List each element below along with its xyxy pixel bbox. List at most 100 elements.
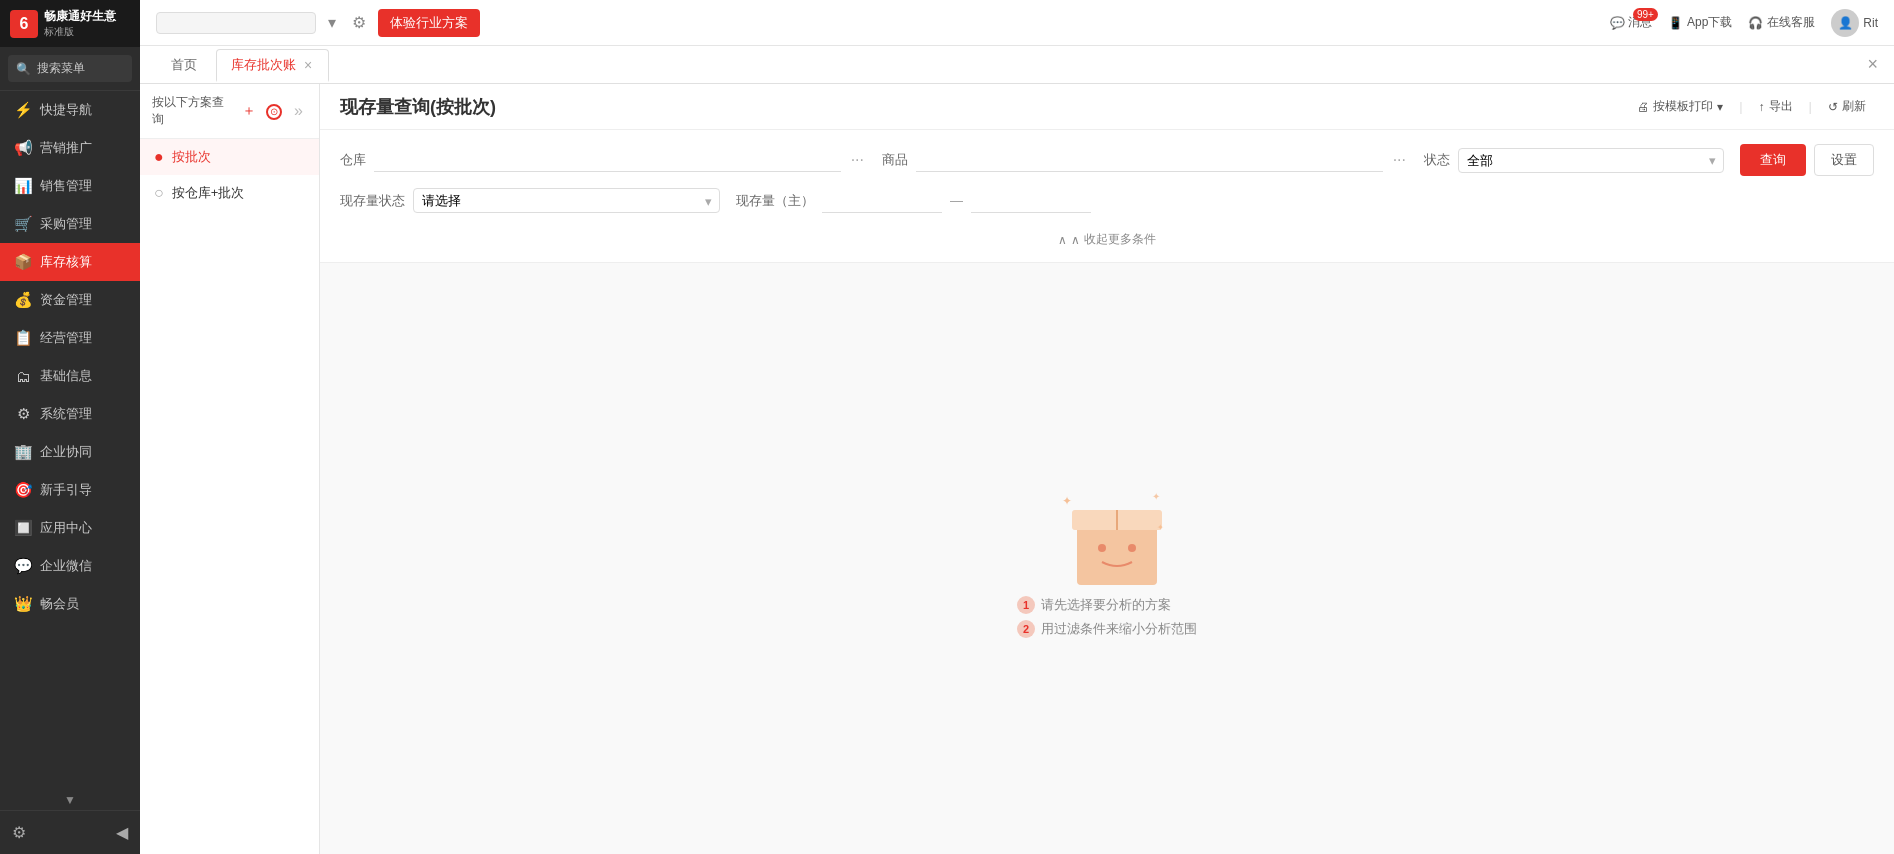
search-icon: 🔍 <box>16 62 31 76</box>
collapse-more-label: 收起更多条件 <box>1084 231 1156 248</box>
product-more-icon: ··· <box>1393 151 1406 168</box>
avatar-placeholder: 👤 <box>1838 16 1853 30</box>
stock-status-select[interactable]: 请选择 <box>413 188 720 213</box>
app-logo: 6 <box>10 10 38 38</box>
status-select[interactable]: 全部 <box>1458 148 1724 173</box>
user-profile-action[interactable]: 👤 Rit <box>1831 9 1878 37</box>
warehouse-input[interactable] <box>374 148 841 172</box>
topbar-search-input[interactable] <box>165 16 265 30</box>
sidebar-header: 6 畅康通好生意 标准版 <box>0 0 140 47</box>
settings-icon: ⚙ <box>12 824 26 841</box>
sidebar-item-operations[interactable]: 📋 经营管理 <box>0 319 140 357</box>
sidebar-collapse-button[interactable]: ◀ <box>112 819 132 846</box>
settings-button[interactable]: 设置 <box>1814 144 1874 176</box>
refresh-button[interactable]: ↺ 刷新 <box>1820 94 1874 119</box>
sidebar-footer: ⚙ ◀ <box>0 810 140 854</box>
export-icon: ↑ <box>1759 100 1765 114</box>
sidebar-item-newguide[interactable]: 🎯 新手引导 <box>0 471 140 509</box>
print-label: 按模板打印 <box>1653 98 1713 115</box>
sidebar-item-wechat[interactable]: 💬 企业微信 <box>0 547 140 585</box>
empty-state: ✦ ✦ ✦ 1 请先选择要分析的方案 2 用过滤条件来缩小分析范围 <box>320 263 1894 854</box>
topbar-settings-btn[interactable]: ⚙ <box>348 11 370 34</box>
right-content: 现存量查询(按批次) 🖨 按模板打印 ▾ | ↑ 导出 | ↺ <box>320 84 1894 854</box>
sidebar-settings-button[interactable]: ⚙ <box>8 819 30 846</box>
sidebar-item-appcenter[interactable]: 🔲 应用中心 <box>0 509 140 547</box>
sidebar-item-label: 系统管理 <box>40 405 92 423</box>
sidebar-item-label: 应用中心 <box>40 519 92 537</box>
sidebar-item-inventory[interactable]: 📦 库存核算 <box>0 243 140 281</box>
company-name: 畅康通好生意 <box>44 8 116 25</box>
query-button[interactable]: 查询 <box>1740 144 1806 176</box>
product-input[interactable] <box>916 148 1383 172</box>
empty-svg: ✦ ✦ ✦ <box>1057 480 1177 590</box>
svg-point-4 <box>1128 544 1136 552</box>
sidebar-scroll-down[interactable]: ▼ <box>0 790 140 810</box>
sidebar-item-label: 基础信息 <box>40 367 92 385</box>
sidebar-item-marketing[interactable]: 📢 营销推广 <box>0 129 140 167</box>
refresh-icon: ↺ <box>1828 100 1838 114</box>
scheme-item-by-batch[interactable]: ● 按批次 <box>140 139 319 175</box>
sidebar-item-finance[interactable]: 💰 资金管理 <box>0 281 140 319</box>
app-download-label: App下载 <box>1687 14 1732 31</box>
member-icon: 👑 <box>14 595 32 613</box>
add-scheme-button[interactable]: ＋ <box>240 100 258 122</box>
tab-inventory-batch[interactable]: 库存批次账 × <box>216 49 329 82</box>
empty-hint-2: 2 用过滤条件来缩小分析范围 <box>1017 620 1197 638</box>
stock-qty-max-input[interactable] <box>971 189 1091 213</box>
system-icon: ⚙ <box>14 405 32 423</box>
scheme-item-label: 按仓库+批次 <box>172 184 245 202</box>
app-download-action[interactable]: 📱 App下载 <box>1668 14 1732 31</box>
print-template-button[interactable]: 🖨 按模板打印 ▾ <box>1629 94 1731 119</box>
sidebar-item-quicknav[interactable]: ⚡ 快捷导航 <box>0 91 140 129</box>
enterprise-icon: 🏢 <box>14 443 32 461</box>
inactive-scheme-icon: ○ <box>154 184 164 202</box>
tab-home[interactable]: 首页 <box>156 49 212 80</box>
stock-qty-dash: — <box>950 193 963 208</box>
sidebar-item-sales[interactable]: 📊 销售管理 <box>0 167 140 205</box>
sidebar-item-label: 畅会员 <box>40 595 79 613</box>
messages-action[interactable]: 💬 消息 99+ <box>1610 14 1652 31</box>
online-service-action[interactable]: 🎧 在线客服 <box>1748 14 1815 31</box>
tab-close-main-button[interactable]: × <box>1867 54 1878 75</box>
sidebar-item-label: 新手引导 <box>40 481 92 499</box>
add-icon: ＋ <box>242 102 256 118</box>
panel-collapse-button[interactable]: » <box>290 102 307 120</box>
page-title: 现存量查询(按批次) <box>340 95 496 119</box>
sidebar-item-label: 资金管理 <box>40 291 92 309</box>
search-menu-button[interactable]: 🔍 搜索菜单 <box>8 55 132 82</box>
sidebar-item-system[interactable]: ⚙ 系统管理 <box>0 395 140 433</box>
product-label: 商品 <box>882 151 908 169</box>
warehouse-more-icon: ··· <box>851 151 864 168</box>
warehouse-filter: 仓库 ··· <box>340 148 866 172</box>
experience-industry-button[interactable]: 体验行业方案 <box>378 9 480 37</box>
scheme-settings-button[interactable]: ⊙ <box>264 100 284 122</box>
username-display: Rit <box>1863 16 1878 30</box>
marketing-icon: 📢 <box>14 139 32 157</box>
scheme-item-by-warehouse-batch[interactable]: ○ 按仓库+批次 <box>140 175 319 211</box>
stock-qty-min-input[interactable] <box>822 189 942 213</box>
print-icon: 🖨 <box>1637 100 1649 114</box>
refresh-label: 刷新 <box>1842 98 1866 115</box>
export-button[interactable]: ↑ 导出 <box>1751 94 1801 119</box>
svg-text:✦: ✦ <box>1157 523 1164 532</box>
finance-icon: 💰 <box>14 291 32 309</box>
phone-icon: 📱 <box>1668 16 1683 30</box>
wechat-icon: 💬 <box>14 557 32 575</box>
empty-hints: 1 请先选择要分析的方案 2 用过滤条件来缩小分析范围 <box>1017 596 1197 638</box>
app-version: 标准版 <box>44 25 116 39</box>
sidebar-item-purchase[interactable]: 🛒 采购管理 <box>0 205 140 243</box>
topbar-dropdown-btn[interactable]: ▾ <box>324 11 340 34</box>
message-icon: 💬 <box>1610 16 1625 30</box>
settings-circle-icon: ⊙ <box>266 104 282 120</box>
collapse-more-button[interactable]: ∧ ∧ 收起更多条件 <box>340 225 1874 248</box>
tab-close-button[interactable]: × <box>302 58 314 72</box>
product-more-button[interactable]: ··· <box>1391 149 1408 171</box>
warehouse-more-button[interactable]: ··· <box>849 149 866 171</box>
sidebar-item-label: 快捷导航 <box>40 101 92 119</box>
status-label: 状态 <box>1424 151 1450 169</box>
sidebar-item-enterprise[interactable]: 🏢 企业协同 <box>0 433 140 471</box>
sidebar-item-basic[interactable]: 🗂 基础信息 <box>0 357 140 395</box>
sidebar-item-member[interactable]: 👑 畅会员 <box>0 585 140 623</box>
collapse-icon: ◀ <box>116 824 128 841</box>
sidebar-item-label: 库存核算 <box>40 253 92 271</box>
